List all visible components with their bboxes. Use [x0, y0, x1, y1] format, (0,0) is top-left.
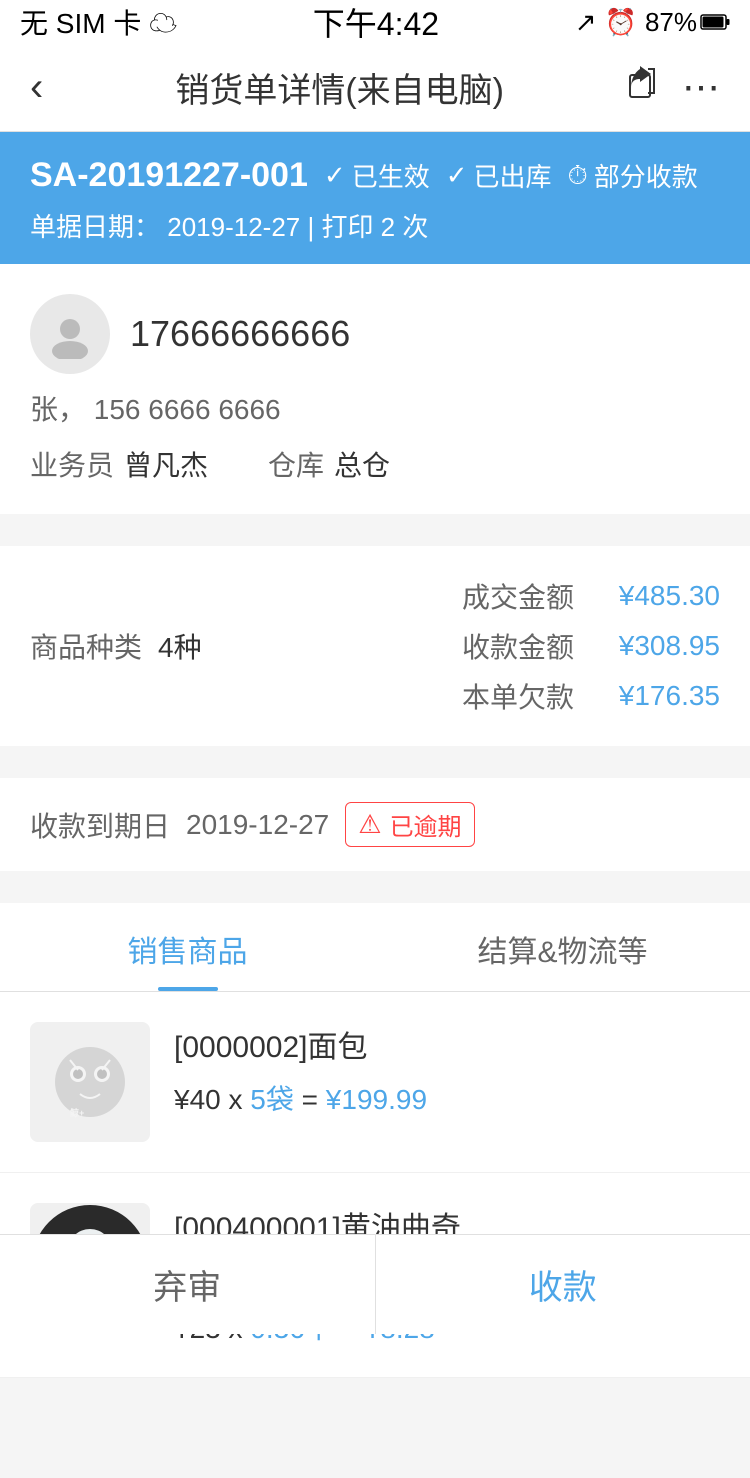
order-id-row: SA-20191227-001 ✓ 已生效 ✓ 已出库 ⏱ 部分收款 — [30, 156, 720, 195]
back-button[interactable]: ‹ — [30, 55, 53, 120]
product-item: 鲸+ [0000002]面包 ¥40 x 5袋 = ¥199.99 — [0, 992, 750, 1173]
sales-meta: 业务员 曾凡杰 — [30, 444, 208, 484]
tabs-section: 销售商品 结算&物流等 — [0, 903, 750, 992]
warehouse-name: 总仓 — [334, 444, 390, 484]
debt-amount-value: ¥176.35 — [590, 680, 720, 712]
product-name-1: [0000002]面包 — [174, 1022, 720, 1066]
category-label: 商品种类 — [30, 626, 142, 666]
receipt-amount-value: ¥308.95 — [590, 630, 720, 662]
print-info: | 打印 2 次 — [307, 212, 428, 242]
overdue-warning-icon: ⚠ — [358, 809, 381, 840]
location-icon: ↗ — [575, 7, 597, 38]
check-icon-effective: ✓ — [324, 160, 346, 191]
overdue-badge: ⚠ 已逾期 — [345, 802, 474, 847]
divider-3 — [0, 871, 750, 887]
battery-icon — [700, 14, 730, 30]
product-info-1: [0000002]面包 ¥40 x 5袋 = ¥199.99 — [174, 1022, 720, 1118]
sales-label: 业务员 — [30, 444, 114, 484]
debt-amount-label: 本单欠款 — [462, 676, 574, 716]
badge-effective: ✓ 已生效 — [324, 157, 430, 194]
date-label: 单据日期： — [30, 212, 160, 242]
price-unit-1: ¥40 — [174, 1084, 221, 1115]
receipt-amount-row: 收款金额 ¥308.95 — [462, 626, 720, 666]
customer-row: 17666666666 — [30, 294, 720, 374]
status-left: 无 SIM 卡 ☁ — [20, 2, 177, 42]
total-1: ¥199.99 — [326, 1084, 427, 1115]
receipt-amount-label: 收款金额 — [462, 626, 574, 666]
overdue-label: 收款到期日 — [30, 805, 170, 845]
check-icon-shipped: ✓ — [446, 160, 468, 191]
category-value: 4种 — [158, 626, 202, 666]
bottom-spacer — [0, 1378, 750, 1478]
badge-partial-payment: ⏱ 部分收款 — [568, 157, 698, 194]
alarm-icon: ⏰ — [605, 7, 637, 38]
deal-amount-label: 成交金额 — [462, 576, 574, 616]
order-date: 2019-12-27 — [167, 212, 300, 242]
order-header: SA-20191227-001 ✓ 已生效 ✓ 已出库 ⏱ 部分收款 单据日期：… — [0, 132, 750, 264]
customer-section: 17666666666 张， 156 6666 6666 业务员 曾凡杰 仓库 … — [0, 264, 750, 514]
status-right: ↗ ⏰ 87% — [575, 7, 730, 38]
nav-title: 销货单详情(来自电脑) — [53, 63, 626, 112]
warehouse-meta: 仓库 总仓 — [268, 444, 390, 484]
customer-avatar — [30, 294, 110, 374]
more-button[interactable]: ⋯ — [682, 65, 720, 110]
bottom-bar: 弃审 收款 — [0, 1234, 750, 1334]
stats-category: 商品种类 4种 — [30, 576, 202, 716]
deal-amount-value: ¥485.30 — [590, 580, 720, 612]
warehouse-label: 仓库 — [268, 444, 324, 484]
cancel-button[interactable]: 弃审 — [0, 1235, 376, 1334]
tab-settlement[interactable]: 结算&物流等 — [375, 903, 750, 991]
product-price-1: ¥40 x 5袋 = ¥199.99 — [174, 1078, 720, 1118]
confirm-button[interactable]: 收款 — [376, 1235, 750, 1334]
product-thumb-1: 鲸+ — [30, 1022, 150, 1142]
deal-amount-row: 成交金额 ¥485.30 — [462, 576, 720, 616]
status-bar: 无 SIM 卡 ☁ 下午4:42 ↗ ⏰ 87% — [0, 0, 750, 44]
stats-amounts: 成交金额 ¥485.30 收款金额 ¥308.95 本单欠款 ¥176.35 — [462, 576, 720, 716]
sales-name: 曾凡杰 — [124, 444, 208, 484]
badge-shipped: ✓ 已出库 — [446, 157, 552, 194]
battery-percent: 87% — [645, 7, 697, 38]
overdue-date: 2019-12-27 — [186, 809, 329, 841]
nav-actions: ⋯ — [626, 65, 720, 111]
stats-section: 商品种类 4种 成交金额 ¥485.30 收款金额 ¥308.95 本单欠款 ¥… — [0, 546, 750, 746]
customer-meta: 业务员 曾凡杰 仓库 总仓 — [30, 444, 720, 484]
debt-amount-row: 本单欠款 ¥176.35 — [462, 676, 720, 716]
tab-products[interactable]: 销售商品 — [0, 903, 375, 991]
quantity-1: 5袋 — [250, 1084, 294, 1115]
divider-2 — [0, 762, 750, 778]
battery-indicator: 87% — [645, 7, 730, 38]
order-id: SA-20191227-001 — [30, 156, 308, 195]
svg-text:鲸+: 鲸+ — [69, 1107, 84, 1118]
overdue-section: 收款到期日 2019-12-27 ⚠ 已逾期 — [0, 778, 750, 871]
order-date-row: 单据日期： 2019-12-27 | 打印 2 次 — [30, 207, 720, 244]
share-button[interactable] — [626, 65, 662, 111]
nav-bar: ‹ 销货单详情(来自电脑) ⋯ — [0, 44, 750, 132]
customer-sub: 张， 156 6666 6666 — [30, 388, 720, 428]
divider-1 — [0, 530, 750, 546]
customer-account-id: 17666666666 — [130, 313, 350, 355]
clock-icon: ⏱ — [568, 160, 588, 192]
status-time: 下午4:42 — [313, 0, 439, 45]
